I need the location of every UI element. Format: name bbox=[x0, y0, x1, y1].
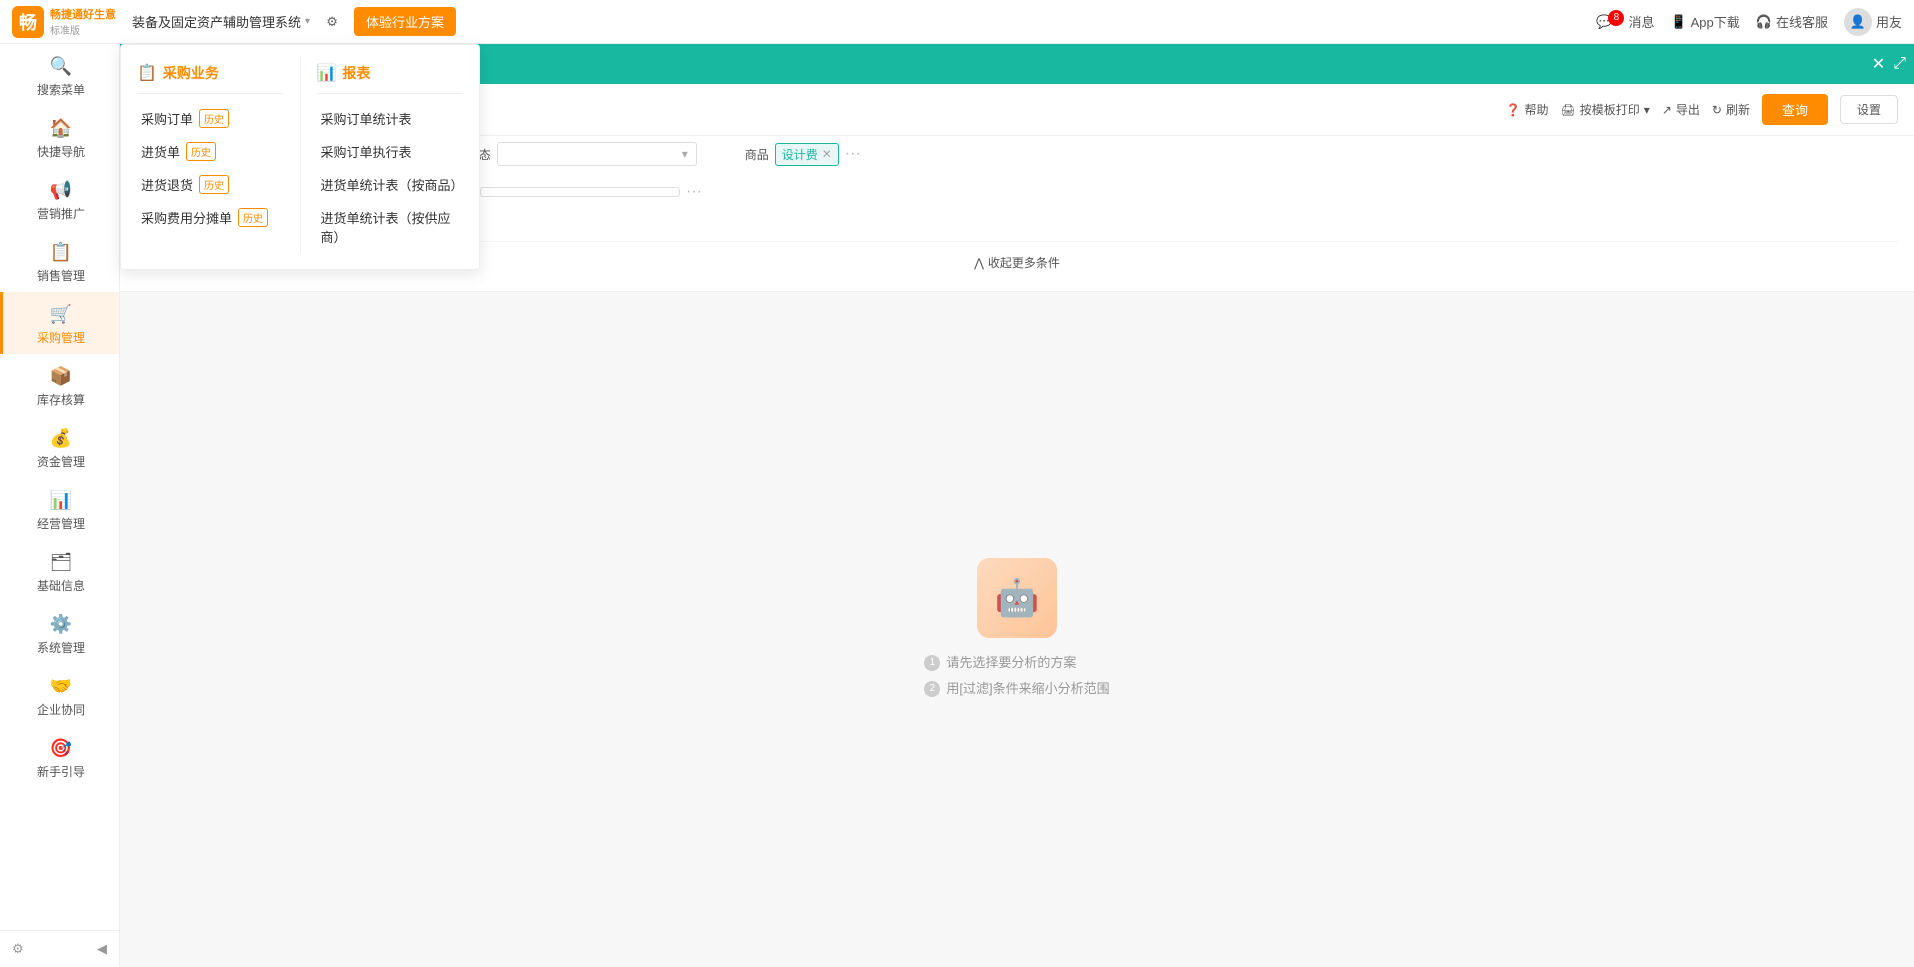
sidebar-item-guide[interactable]: 🎯 新手引导 bbox=[0, 726, 119, 788]
refresh-icon: ↻ bbox=[1712, 103, 1722, 117]
settings-icon-btn[interactable]: ⚙ bbox=[318, 8, 346, 36]
dropdown-po-stats[interactable]: 采购订单统计表 bbox=[317, 102, 464, 135]
app-download-btn[interactable]: 📱 App下载 bbox=[1670, 12, 1739, 31]
cooperation-icon: 🤝 bbox=[50, 676, 72, 697]
help-icon: ❓ bbox=[1506, 103, 1521, 117]
tab-close-all-icon[interactable]: ✕ bbox=[1872, 54, 1885, 74]
sidebar-item-search[interactable]: 🔍 搜索菜单 bbox=[0, 44, 119, 106]
search-icon: 🔍 bbox=[50, 56, 72, 77]
basic-info-icon: 🗂 bbox=[50, 552, 73, 573]
sidebar-collapse-icon[interactable]: ◀ bbox=[97, 941, 107, 957]
sidebar-settings-icon[interactable]: ⚙ bbox=[12, 941, 24, 957]
refresh-btn[interactable]: ↻ 刷新 bbox=[1712, 101, 1750, 118]
empty-hints: 1 请先选择要分析的方案 2 用[过滤]条件来缩小分析范围 bbox=[924, 650, 1109, 702]
dropdown-receipt-by-goods[interactable]: 进货单统计表（按商品） bbox=[317, 168, 464, 201]
salesperson-more-icon[interactable]: ··· bbox=[686, 183, 702, 201]
filter-goods: 商品 设计费 ✕ ··· bbox=[709, 143, 929, 166]
industry-btn[interactable]: 体验行业方案 bbox=[354, 7, 456, 36]
sidebar-item-inventory[interactable]: 📦 库存核算 bbox=[0, 354, 119, 416]
dropdown-receipt-by-supplier[interactable]: 进货单统计表（按供应商） bbox=[317, 201, 464, 253]
operations-icon: 📊 bbox=[50, 490, 72, 511]
megaphone-icon: 📢 bbox=[50, 180, 72, 201]
guide-icon: 🎯 bbox=[50, 738, 72, 759]
nav-center: 装备及固定资产辅助管理系统 ▾ ⚙ 体验行业方案 bbox=[132, 7, 1596, 36]
tab-expand-icon[interactable]: ⤢ bbox=[1893, 55, 1906, 73]
sidebar-item-sales[interactable]: 📋 销售管理 bbox=[0, 230, 119, 292]
main-content: 首页 销售排行榜 ✕ ✕ ⤢ ❓ 帮助 🖨 按模板打印 bbox=[120, 44, 1914, 967]
logo-icon: 畅 bbox=[12, 6, 44, 38]
dropdown-purchase-order[interactable]: 采购订单 历史 bbox=[137, 102, 284, 135]
empty-robot-icon: 🤖 bbox=[977, 558, 1057, 638]
sidebar: 🔍 搜索菜单 🏠 快捷导航 📢 营销推广 📋 销售管理 🛒 采购管理 📦 库存核… bbox=[0, 44, 120, 967]
phone-icon: 📱 bbox=[1670, 14, 1686, 30]
print-icon: 🖨 bbox=[1561, 103, 1576, 117]
query-btn[interactable]: 查询 bbox=[1762, 94, 1828, 125]
logo-area: 畅 畅捷通好生意 标准版 bbox=[12, 6, 132, 38]
dropdown-purchase-expense[interactable]: 采购费用分摊单 历史 bbox=[137, 201, 284, 234]
user-menu-btn[interactable]: 👤 用友 bbox=[1844, 8, 1902, 36]
inventory-icon: 📦 bbox=[50, 366, 72, 387]
hist-badge-3: 历史 bbox=[238, 208, 268, 227]
dropdown-col-report: 📊 报表 采购订单统计表 采购订单执行表 进货单统计表（按商品） 进货单统计表（… bbox=[300, 57, 480, 253]
capital-icon: 💰 bbox=[50, 428, 72, 449]
system-title: 装备及固定资产辅助管理系统 ▾ bbox=[132, 12, 310, 31]
print-btn[interactable]: 🖨 按模板打印 ▾ bbox=[1561, 101, 1650, 118]
goods-tag: 设计费 ✕ bbox=[775, 143, 839, 166]
sidebar-item-cooperation[interactable]: 🤝 企业协同 bbox=[0, 664, 119, 726]
purchase-col-icon: 📋 bbox=[137, 63, 157, 83]
sidebar-item-capital[interactable]: 💰 资金管理 bbox=[0, 416, 119, 478]
nav-right: 💬 8 消息 📱 App下载 🎧 在线客服 👤 用友 bbox=[1596, 8, 1902, 36]
voucher-status-input[interactable]: ▾ bbox=[497, 142, 697, 166]
salesperson-input[interactable] bbox=[480, 187, 680, 197]
hist-badge-1: 历史 bbox=[186, 142, 216, 161]
home-icon: 🏠 bbox=[50, 118, 72, 139]
logo-text: 畅捷通好生意 标准版 bbox=[50, 6, 116, 37]
app-body: 🔍 搜索菜单 🏠 快捷导航 📢 营销推广 📋 销售管理 🛒 采购管理 📦 库存核… bbox=[0, 44, 1914, 967]
headset-icon: 🎧 bbox=[1756, 14, 1772, 30]
dropdown-col-report-title: 📊 报表 bbox=[317, 57, 464, 94]
sidebar-item-basic-info[interactable]: 🗂 基础信息 bbox=[0, 540, 119, 602]
dropdown-col-purchase: 📋 采购业务 采购订单 历史 进货单 历史 进货退货 历史 bbox=[121, 57, 300, 253]
system-icon: ⚙️ bbox=[50, 614, 72, 635]
hint-row-2: 2 用[过滤]条件来缩小分析范围 bbox=[924, 676, 1109, 702]
user-avatar: 👤 bbox=[1844, 8, 1872, 36]
dropdown-arrow-icon[interactable]: ▾ bbox=[305, 16, 310, 27]
hist-badge-2: 历史 bbox=[199, 175, 229, 194]
sales-icon: 📋 bbox=[50, 242, 72, 263]
top-nav: 畅 畅捷通好生意 标准版 装备及固定资产辅助管理系统 ▾ ⚙ 体验行业方案 💬 … bbox=[0, 0, 1914, 44]
message-badge: 8 bbox=[1608, 10, 1624, 26]
dropdown-cols: 📋 采购业务 采购订单 历史 进货单 历史 进货退货 历史 bbox=[121, 57, 479, 253]
sidebar-item-system[interactable]: ⚙️ 系统管理 bbox=[0, 602, 119, 664]
goods-tag-close-icon[interactable]: ✕ bbox=[822, 147, 832, 161]
sidebar-item-purchase[interactable]: 🛒 采购管理 bbox=[0, 292, 119, 354]
hint-row-1: 1 请先选择要分析的方案 bbox=[924, 650, 1109, 676]
sidebar-item-operations[interactable]: 📊 经营管理 bbox=[0, 478, 119, 540]
dropdown-col-purchase-title: 📋 采购业务 bbox=[137, 57, 284, 94]
print-dropdown-icon: ▾ bbox=[1644, 103, 1650, 117]
settings-btn[interactable]: 设置 bbox=[1840, 95, 1898, 124]
tab-bar-right: ✕ ⤢ bbox=[1872, 54, 1906, 74]
dropdown-po-exec[interactable]: 采购订单执行表 bbox=[317, 135, 464, 168]
sidebar-item-quicknav[interactable]: 🏠 快捷导航 bbox=[0, 106, 119, 168]
hist-badge-0: 历史 bbox=[199, 109, 229, 128]
dropdown-goods-receipt[interactable]: 进货单 历史 bbox=[137, 135, 284, 168]
report-col-icon: 📊 bbox=[317, 63, 337, 83]
export-icon: ↗ bbox=[1662, 103, 1672, 117]
purchase-icon: 🛒 bbox=[50, 304, 72, 325]
help-btn[interactable]: ❓ 帮助 bbox=[1506, 101, 1549, 118]
goods-more-icon[interactable]: ··· bbox=[845, 145, 861, 163]
online-service-btn[interactable]: 🎧 在线客服 bbox=[1756, 12, 1828, 31]
export-btn[interactable]: ↗ 导出 bbox=[1662, 101, 1700, 118]
sidebar-bottom: ⚙ ◀ bbox=[0, 930, 119, 967]
message-btn[interactable]: 💬 8 消息 bbox=[1596, 12, 1654, 31]
dropdown-goods-return[interactable]: 进货退货 历史 bbox=[137, 168, 284, 201]
status-arrow-icon: ▾ bbox=[682, 147, 688, 161]
dropdown-menu: 📋 采购业务 采购订单 历史 进货单 历史 进货退货 历史 bbox=[120, 44, 480, 270]
empty-state: 🤖 1 请先选择要分析的方案 2 用[过滤]条件来缩小分析范围 bbox=[120, 292, 1914, 967]
collapse-up-icon: ⋀ bbox=[974, 256, 984, 270]
sidebar-item-marketing[interactable]: 📢 营销推广 bbox=[0, 168, 119, 230]
